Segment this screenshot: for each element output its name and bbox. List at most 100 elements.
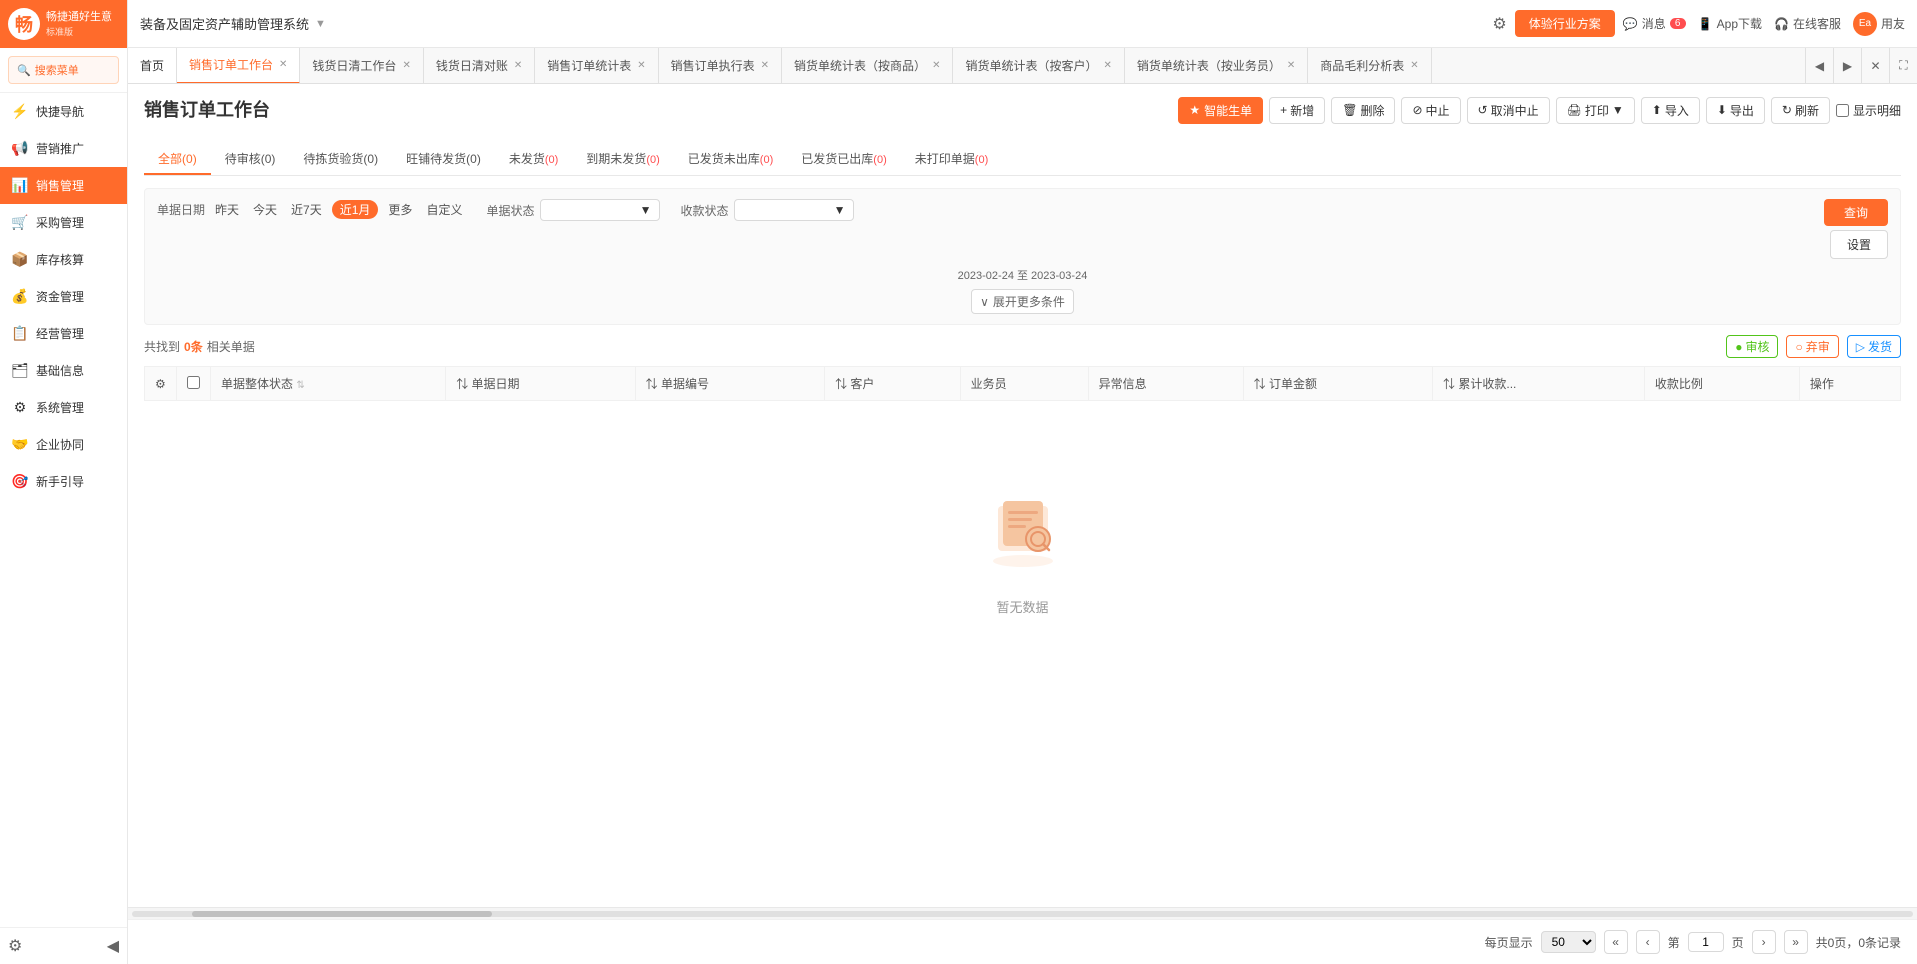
sidebar-search-area: 🔍 搜索菜单 [0, 48, 127, 93]
tab-scroll-right-btn[interactable]: ▶ [1833, 48, 1861, 84]
dropdown-arrow-icon[interactable]: ▼ [315, 18, 326, 30]
tab-sales-stats-product[interactable]: 销货单统计表（按商品） ✕ [782, 48, 953, 84]
horizontal-scrollbar[interactable] [128, 907, 1917, 919]
filter-settings-button[interactable]: 设置 [1830, 230, 1888, 259]
query-button[interactable]: 查询 [1824, 199, 1888, 226]
page-size-select[interactable]: 50 100 200 [1541, 931, 1596, 953]
sidebar-item-operations[interactable]: 📋 经营管理 [0, 315, 127, 352]
table-col-amount[interactable]: ⇅ 订单金额 [1243, 367, 1432, 401]
tab-close-sales-workbench[interactable]: ✕ [279, 59, 287, 70]
scrollbar-thumb[interactable] [192, 911, 492, 917]
filter-tab-not-shipped[interactable]: 未发货(0) [495, 144, 572, 175]
suspend-button[interactable]: ⊘ 中止 [1401, 97, 1460, 124]
print-button[interactable]: 🖨 打印 ▼ [1556, 97, 1635, 124]
tab-sales-order-exec[interactable]: 销售订单执行表 ✕ [659, 48, 782, 84]
status-select[interactable]: ▼ [540, 199, 660, 221]
logo-badge: 标准版 [46, 25, 112, 38]
user-area[interactable]: Ea 用友 [1853, 12, 1905, 36]
expand-filter-button[interactable]: ∨ 展开更多条件 [971, 289, 1074, 314]
import-button[interactable]: ⬆ 导入 [1641, 97, 1700, 124]
refresh-icon: ↻ [1782, 103, 1792, 117]
tab-sales-workbench[interactable]: 销售订单工作台 ✕ [177, 48, 300, 84]
table-col-number[interactable]: ⇅ 单据编号 [635, 367, 824, 401]
sidebar-item-base-info[interactable]: 🗂 基础信息 [0, 352, 127, 389]
show-detail-checkbox-label[interactable]: 显示明细 [1836, 102, 1901, 119]
filter-tab-all[interactable]: 全部(0) [144, 144, 211, 175]
sidebar-item-guide[interactable]: 🎯 新手引导 [0, 463, 127, 500]
tab-home[interactable]: 首页 [128, 48, 177, 84]
date-opt-custom[interactable]: 自定义 [422, 199, 466, 220]
date-opt-1month[interactable]: 近1月 [332, 200, 379, 219]
select-all-checkbox[interactable] [187, 376, 200, 389]
purchase-icon: 🛒 [12, 215, 28, 231]
batch-ship-button[interactable]: ▷ 发货 [1847, 335, 1901, 358]
search-menu-button[interactable]: 🔍 搜索菜单 [8, 56, 119, 84]
export-button[interactable]: ⬇ 导出 [1706, 97, 1765, 124]
date-opt-more[interactable]: 更多 [384, 199, 416, 220]
add-button[interactable]: + 新增 [1269, 97, 1325, 124]
tab-cash-reconcile[interactable]: 钱货日清对账 ✕ [424, 48, 535, 84]
tab-close-sales-order-stats[interactable]: ✕ [637, 60, 645, 71]
message-action[interactable]: 💬 消息 6 [1623, 15, 1686, 32]
sidebar-item-finance[interactable]: 💰 资金管理 [0, 278, 127, 315]
batch-cancel-review-button[interactable]: ○ 弃审 [1786, 335, 1838, 358]
online-service-action[interactable]: 🎧 在线客服 [1774, 15, 1841, 32]
refresh-button[interactable]: ↻ 刷新 [1771, 97, 1830, 124]
table-col-settings[interactable]: ⚙ [145, 367, 177, 401]
date-opt-yesterday[interactable]: 昨天 [211, 199, 243, 220]
cancel-suspend-button[interactable]: ↺ 取消中止 [1467, 97, 1550, 124]
collect-select[interactable]: ▼ [734, 199, 854, 221]
tab-close-all-btn[interactable]: ✕ [1861, 48, 1889, 84]
tab-close-sales-stats-customer[interactable]: ✕ [1103, 60, 1111, 71]
tab-sales-stats-customer[interactable]: 销货单统计表（按客户） ✕ [953, 48, 1124, 84]
tab-close-sales-order-exec[interactable]: ✕ [761, 60, 769, 71]
tab-close-cash-reconcile[interactable]: ✕ [514, 60, 522, 71]
show-detail-checkbox[interactable] [1836, 104, 1849, 117]
next-page-btn[interactable]: › [1752, 930, 1776, 954]
sidebar-collapse-icon[interactable]: ◀ [107, 936, 119, 956]
filter-tab-not-printed[interactable]: 未打印单据(0) [901, 144, 1002, 175]
tab-cash-daily[interactable]: 钱货日清工作台 ✕ [300, 48, 423, 84]
table-col-collected[interactable]: ⇅ 累计收款... [1433, 367, 1645, 401]
experience-btn[interactable]: 体验行业方案 [1515, 10, 1615, 37]
last-page-btn[interactable]: » [1784, 930, 1808, 954]
sidebar-item-system[interactable]: ⚙ 系统管理 [0, 389, 127, 426]
table-col-checkbox[interactable] [177, 367, 211, 401]
sidebar-item-inventory[interactable]: 📦 库存核算 [0, 241, 127, 278]
record-count-highlight: 0条 [184, 338, 203, 355]
batch-review-button[interactable]: ● 审核 [1726, 335, 1778, 358]
sidebar-item-purchase[interactable]: 🛒 采购管理 [0, 204, 127, 241]
tab-close-sales-stats-staff[interactable]: ✕ [1287, 60, 1295, 71]
tab-scroll-left-btn[interactable]: ◀ [1805, 48, 1833, 84]
sidebar-item-marketing[interactable]: 📢 营销推广 [0, 130, 127, 167]
sidebar-item-cooperation[interactable]: 🤝 企业协同 [0, 426, 127, 463]
tab-close-cash-daily[interactable]: ✕ [402, 60, 410, 71]
app-download-action[interactable]: 📱 App下载 [1698, 15, 1762, 32]
tab-fullscreen-btn[interactable]: ⛶ [1889, 48, 1917, 84]
tab-close-sales-stats-product[interactable]: ✕ [932, 60, 940, 71]
prev-page-btn[interactable]: ‹ [1636, 930, 1660, 954]
tab-close-gross-profit[interactable]: ✕ [1410, 60, 1418, 71]
table-col-status[interactable]: 单据整体状态 ⇅ [211, 367, 446, 401]
delete-button[interactable]: 🗑 删除 [1331, 97, 1395, 124]
tab-sales-stats-staff[interactable]: 销货单统计表（按业务员） ✕ [1125, 48, 1308, 84]
date-opt-7days[interactable]: 近7天 [287, 199, 326, 220]
table-col-customer[interactable]: ⇅ 客户 [825, 367, 961, 401]
filter-tab-shipped-not-out[interactable]: 已发货未出库(0) [674, 144, 787, 175]
tab-gross-profit[interactable]: 商品毛利分析表 ✕ [1308, 48, 1431, 84]
tab-sales-order-stats[interactable]: 销售订单统计表 ✕ [535, 48, 658, 84]
filter-tab-overdue-ship[interactable]: 到期未发货(0) [572, 144, 673, 175]
smart-create-button[interactable]: ★ 智能生单 [1178, 97, 1263, 124]
filter-tab-pending-inspect[interactable]: 待拣货验货(0) [289, 144, 392, 175]
sidebar-item-quick-nav[interactable]: ⚡ 快捷导航 [0, 93, 127, 130]
table-col-date[interactable]: ⇅ 单据日期 [446, 367, 635, 401]
filter-tab-wangpu-ship[interactable]: 旺铺待发货(0) [392, 144, 495, 175]
filter-tab-shipped-out[interactable]: 已发货已出库(0) [787, 144, 900, 175]
first-page-btn[interactable]: « [1604, 930, 1628, 954]
sidebar-settings-icon[interactable]: ⚙ [8, 936, 22, 956]
page-number-input[interactable] [1688, 932, 1724, 952]
filter-tab-pending-review[interactable]: 待审核(0) [211, 144, 290, 175]
sidebar-item-sales[interactable]: 📊 销售管理 [0, 167, 127, 204]
topbar-settings-icon[interactable]: ⚙ [1492, 14, 1506, 34]
date-opt-today[interactable]: 今天 [249, 199, 281, 220]
